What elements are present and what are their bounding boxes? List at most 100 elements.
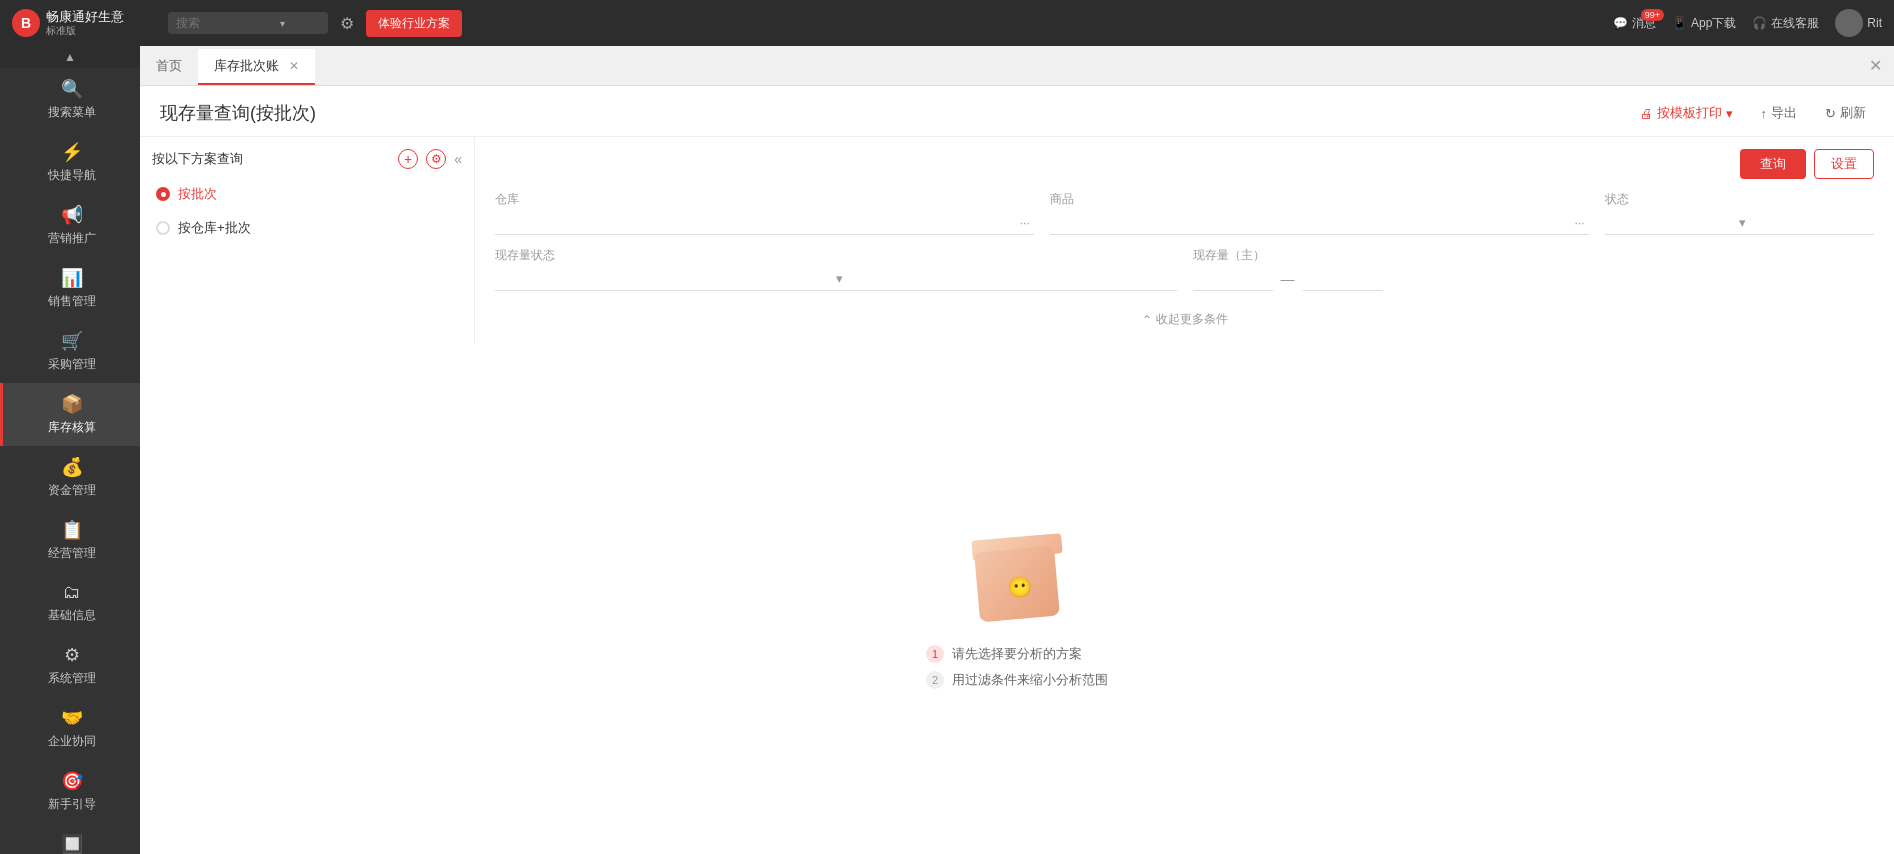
sidebar: ▲ 🔍 搜索菜单 ⚡ 快捷导航 📢 营销推广 📊 销售管理 🛒 采购管理 📦 库… [0,46,140,854]
main-layout: ▲ 🔍 搜索菜单 ⚡ 快捷导航 📢 营销推广 📊 销售管理 🛒 采购管理 📦 库… [0,46,1894,854]
sidebar-item-apps[interactable]: 🔲 应用中心 [0,823,140,854]
filter-warehouse-field: 仓库 ··· [495,191,1034,235]
warehouse-input[interactable] [495,211,1016,234]
tab-inventory-batch[interactable]: 库存批次账 ✕ [198,49,315,85]
sidebar-item-system[interactable]: ⚙ 系统管理 [0,634,140,697]
empty-illustration: 😶 [957,509,1077,629]
sidebar-item-sales[interactable]: 📊 销售管理 [0,257,140,320]
inventory-qty-max-input[interactable] [1303,267,1383,291]
warehouse-input-wrapper: ··· [495,211,1034,235]
sidebar-item-operation[interactable]: 📋 经营管理 [0,509,140,572]
lightning-icon: ⚡ [61,141,83,163]
tab-close-icon[interactable]: ✕ [289,59,299,73]
filter-panel-actions: + ⚙ « [398,149,462,169]
top-bar-right: 💬 消息 99+ 📱 App下载 🎧 在线客服 Rit [1613,9,1882,37]
print-template-button[interactable]: 🖨 按模板打印 ▾ [1632,100,1741,126]
clipboard-icon: 📋 [61,519,83,541]
search-dropdown-arrow[interactable]: ▾ [280,18,285,29]
experience-button[interactable]: 体验行业方案 [366,10,462,37]
export-button[interactable]: ↑ 导出 [1753,100,1806,126]
online-service-button[interactable]: 🎧 在线客服 [1752,15,1819,32]
sidebar-item-enterprise[interactable]: 🤝 企业协同 [0,697,140,760]
box-face: 😶 [1006,574,1033,600]
filter-option-by-batch[interactable]: 按批次 [140,177,474,211]
megaphone-icon: 📢 [61,204,83,226]
inventory-status-arrow[interactable]: ▾ [836,271,1177,286]
filter-product-field: 商品 ··· [1050,191,1589,235]
money-icon: 💰 [61,456,83,478]
filter-add-button[interactable]: + [398,149,418,169]
inventory-qty-label: 现存量（主） [1193,247,1875,264]
empty-state: 😶 1 请先选择要分析的方案 2 用过滤条件来缩小分析范围 [140,344,1894,854]
inventory-status-select[interactable]: ▾ [495,267,1177,291]
close-all-tabs-icon[interactable]: ✕ [1869,56,1882,75]
sidebar-scroll-up[interactable]: ▲ [0,46,140,68]
print-dropdown-arrow[interactable]: ▾ [1726,106,1733,121]
status-select-wrapper[interactable]: ▾ [1605,211,1874,235]
search-bar[interactable]: ▾ [168,12,328,34]
tab-home[interactable]: 首页 [140,49,198,85]
status-select-arrow[interactable]: ▾ [1739,215,1874,230]
page-header-actions: 🖨 按模板打印 ▾ ↑ 导出 ↻ 刷新 [1632,100,1875,126]
collapse-more-button[interactable]: ⌃ 收起更多条件 [495,303,1874,332]
sidebar-item-finance[interactable]: 💰 资金管理 [0,446,140,509]
refresh-icon: ↻ [1825,106,1836,121]
settings-button[interactable]: 设置 [1814,149,1874,179]
warehouse-dots-button[interactable]: ··· [1016,216,1034,230]
folder-icon: 🗂 [63,582,81,603]
inventory-qty-min-input[interactable] [1193,267,1273,291]
sidebar-item-marketing[interactable]: 📢 营销推广 [0,194,140,257]
product-input-wrapper: ··· [1050,211,1589,235]
filter-panel-header: 按以下方案查询 + ⚙ « [140,149,474,177]
message-icon: 💬 [1613,16,1628,30]
sidebar-item-newbie[interactable]: 🎯 新手引导 [0,760,140,823]
gear-icon: ⚙ [64,644,80,666]
right-top-actions: 查询 设置 [495,149,1874,179]
filter-settings-button[interactable]: ⚙ [426,149,446,169]
print-icon: 🖨 [1640,106,1653,121]
empty-tip-2: 2 用过滤条件来缩小分析范围 [926,671,1108,689]
top-bar-center: ▾ ⚙ 体验行业方案 [152,10,1613,37]
logo-text: 畅康通好生意 标准版 [46,9,124,37]
user-avatar [1835,9,1863,37]
sidebar-item-shortcut[interactable]: ⚡ 快捷导航 [0,131,140,194]
search-input[interactable] [176,16,276,30]
warehouse-label: 仓库 [495,191,1034,208]
message-button[interactable]: 💬 消息 99+ [1613,15,1656,32]
filter-option-by-warehouse-batch[interactable]: 按仓库+批次 [140,211,474,245]
app-download-button[interactable]: 📱 App下载 [1672,15,1736,32]
filter-radio-by-warehouse-batch [156,221,170,235]
cart-icon: 🛒 [61,330,83,352]
search-icon: 🔍 [61,78,83,100]
tab-bar: 首页 库存批次账 ✕ ✕ [140,46,1894,86]
sidebar-item-basic[interactable]: 🗂 基础信息 [0,572,140,634]
tab-bar-right: ✕ [1857,46,1894,85]
qty-dash: — [1281,271,1295,287]
product-dots-button[interactable]: ··· [1571,216,1589,230]
right-filter-panel: 查询 设置 仓库 ··· 商品 [475,137,1894,344]
query-button[interactable]: 查询 [1740,149,1806,179]
inventory-qty-row: — [1193,267,1875,291]
sidebar-item-purchase[interactable]: 🛒 采购管理 [0,320,140,383]
top-bar: B 畅康通好生意 标准版 ▾ ⚙ 体验行业方案 💬 消息 99+ 📱 App下载… [0,0,1894,46]
export-icon: ↑ [1761,106,1768,121]
product-input[interactable] [1050,211,1571,234]
phone-icon: 📱 [1672,16,1687,30]
filter-collapse-button[interactable]: « [454,151,462,167]
refresh-button[interactable]: ↻ 刷新 [1817,100,1874,126]
filter-status-field: 状态 ▾ [1605,191,1874,235]
filter-row-1: 仓库 ··· 商品 ··· [495,191,1874,235]
sidebar-item-search[interactable]: 🔍 搜索菜单 [0,68,140,131]
page-title: 现存量查询(按批次) [160,101,316,125]
user-profile[interactable]: Rit [1835,9,1882,37]
status-label: 状态 [1605,191,1874,208]
filter-row-2: 现存量状态 ▾ 现存量（主） — [495,247,1874,291]
logo-icon: B [12,9,40,37]
left-filter-panel: 按以下方案查询 + ⚙ « 按批次 按仓库+批次 [140,137,475,344]
tip-num-1: 1 [926,645,944,663]
sidebar-item-inventory[interactable]: 📦 库存核算 [0,383,140,446]
filter-radio-by-batch [156,187,170,201]
chart-icon: 📊 [61,267,83,289]
top-gear-icon[interactable]: ⚙ [336,10,358,37]
target-icon: 🎯 [61,770,83,792]
